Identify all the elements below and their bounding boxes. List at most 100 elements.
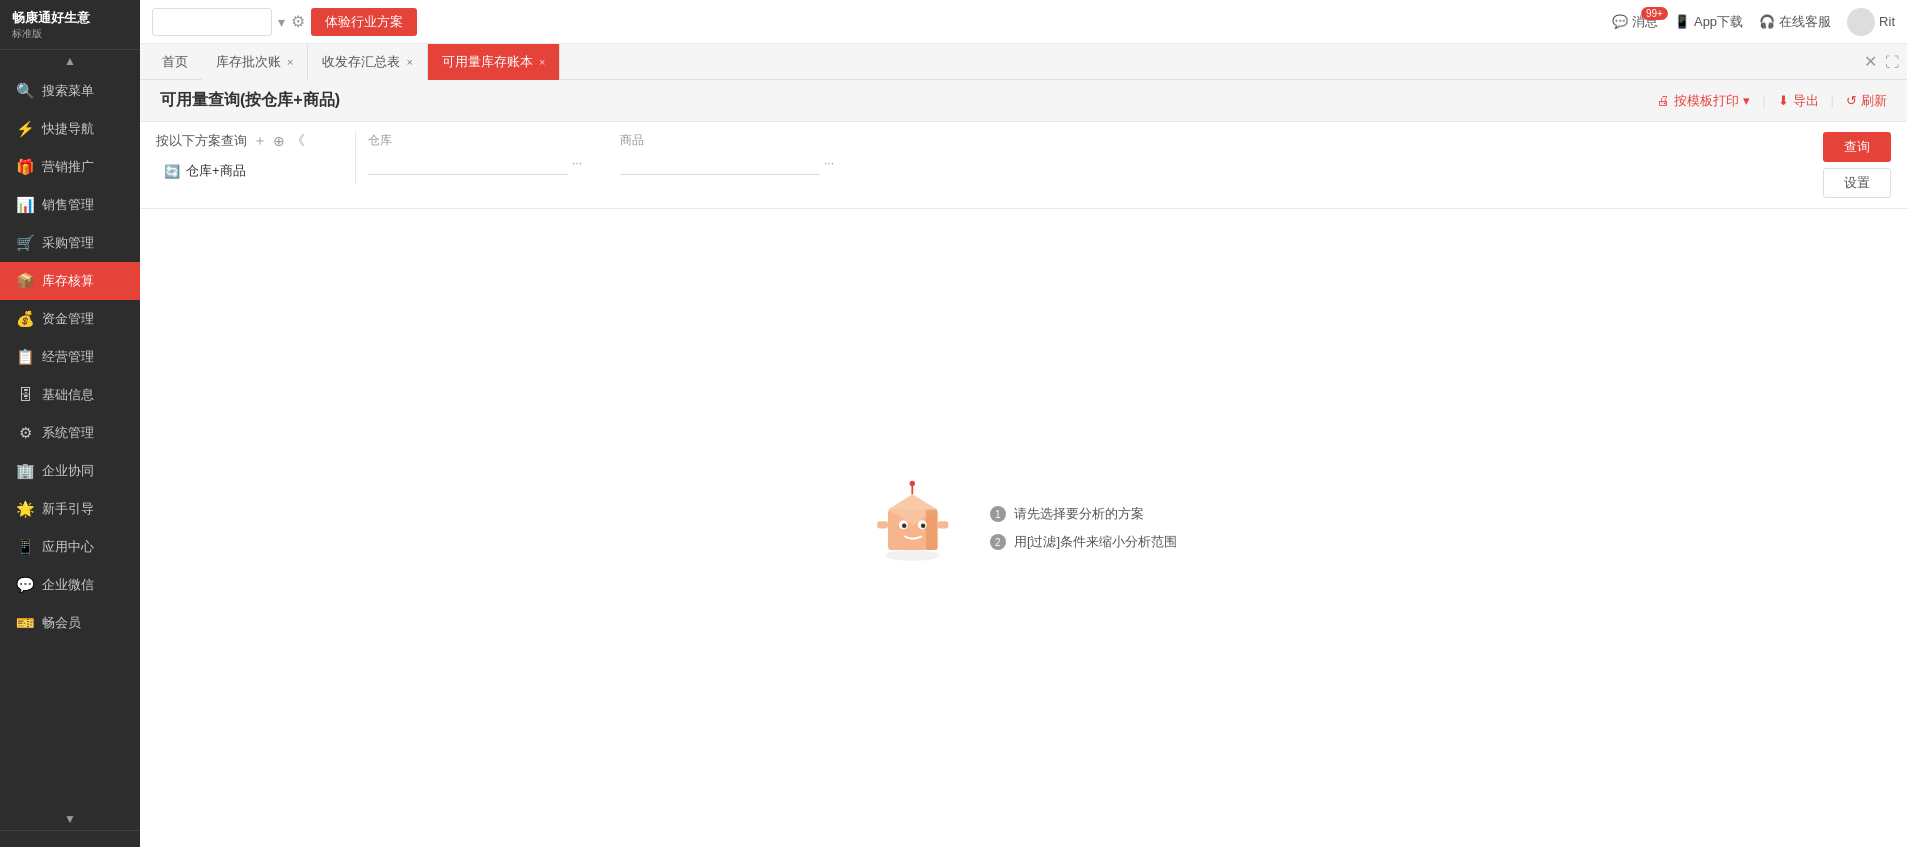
- app-download-btn[interactable]: 📱 App下载: [1674, 13, 1743, 31]
- quick-nav-icon: ⚡: [16, 120, 34, 138]
- sidebar-label-sales: 销售管理: [42, 196, 94, 214]
- sidebar-item-operation[interactable]: 📋经营管理: [0, 338, 140, 376]
- tab-summary-close[interactable]: ×: [406, 56, 412, 68]
- main-area: ▾ ⚙ 体验行业方案 💬 消息 99+ 📱 App下载 🎧 在线客服 Rit: [140, 0, 1907, 847]
- topbar-gear-icon[interactable]: ⚙: [291, 12, 305, 31]
- enterprise-icon: 🏢: [16, 462, 34, 480]
- search-icon: 🔍: [16, 82, 34, 100]
- print-icon: 🖨: [1657, 93, 1670, 108]
- print-label: 按模板打印: [1674, 92, 1739, 110]
- warehouse-input-row: ···: [368, 151, 608, 175]
- manage-scheme-btn[interactable]: ⊕: [273, 133, 285, 149]
- collapse-scheme-btn[interactable]: 《: [291, 132, 305, 150]
- message-badge: 99+: [1641, 7, 1668, 20]
- filter-scheme-label: 按以下方案查询: [156, 132, 247, 150]
- scheme-icon: 🔄: [164, 164, 180, 179]
- tabs-expand-btn[interactable]: ⛶: [1885, 54, 1899, 70]
- sidebar-bottom: [0, 830, 140, 847]
- sidebar-label-appstore: 应用中心: [42, 538, 94, 556]
- sidebar-label-inventory: 库存核算: [42, 272, 94, 290]
- sidebar-label-marketing: 营销推广: [42, 158, 94, 176]
- sidebar-item-basic[interactable]: 🗄 基础信息: [0, 376, 140, 414]
- tab-batch[interactable]: 库存批次账 ×: [202, 44, 308, 80]
- product-input[interactable]: [620, 151, 820, 175]
- svg-point-8: [909, 481, 914, 486]
- message-icon: 💬: [1612, 14, 1628, 29]
- hint-item-2: 2 用[过滤]条件来缩小分析范围: [990, 533, 1177, 551]
- tab-available-close[interactable]: ×: [539, 56, 545, 68]
- filter-scheme-header: 按以下方案查询 ＋ ⊕ 《: [156, 132, 343, 150]
- sidebar-label-membership: 畅会员: [42, 614, 81, 632]
- product-field: 商品 ···: [620, 132, 860, 175]
- filter-area: 按以下方案查询 ＋ ⊕ 《 🔄 仓库+商品 仓库 ···: [140, 122, 1907, 209]
- topbar-dropdown-arrow[interactable]: ▾: [278, 14, 285, 30]
- warehouse-more-btn[interactable]: ···: [572, 156, 582, 170]
- product-label: 商品: [620, 132, 860, 149]
- sidebar-nav: 🔍搜索菜单⚡快捷导航🎁营销推广📊销售管理🛒采购管理 📦 库存核算 💰资金管理📋经营管理…: [0, 72, 140, 808]
- online-service-btn[interactable]: 🎧 在线客服: [1759, 13, 1831, 31]
- query-btn[interactable]: 查询: [1823, 132, 1891, 162]
- sidebar-item-marketing[interactable]: 🎁营销推广: [0, 148, 140, 186]
- inventory-icon: 📦: [16, 272, 34, 290]
- sidebar-item-newbie[interactable]: 🌟新手引导: [0, 490, 140, 528]
- export-btn[interactable]: ⬇ 导出: [1778, 92, 1819, 110]
- svg-point-5: [902, 523, 907, 528]
- sidebar-item-quick-nav[interactable]: ⚡快捷导航: [0, 110, 140, 148]
- add-scheme-btn[interactable]: ＋: [253, 132, 267, 150]
- tab-batch-close[interactable]: ×: [287, 56, 293, 68]
- print-dropdown-icon[interactable]: ▾: [1743, 93, 1750, 108]
- divider1: |: [1762, 93, 1765, 108]
- sidebar-item-system[interactable]: ⚙系统管理: [0, 414, 140, 452]
- avatar: [1847, 8, 1875, 36]
- sidebar-item-purchase[interactable]: 🛒采购管理: [0, 224, 140, 262]
- scheme-warehouse-product[interactable]: 🔄 仓库+商品: [156, 158, 343, 184]
- sidebar-label-enterprise: 企业协同: [42, 462, 94, 480]
- newbie-icon: 🌟: [16, 500, 34, 518]
- tab-home[interactable]: 首页: [148, 44, 202, 80]
- scheme-label: 仓库+商品: [186, 162, 246, 180]
- refresh-btn[interactable]: ↺ 刷新: [1846, 92, 1887, 110]
- sidebar-label-system: 系统管理: [42, 424, 94, 442]
- sidebar-label-basic: 基础信息: [42, 386, 94, 404]
- product-more-btn[interactable]: ···: [824, 156, 834, 170]
- warehouse-input[interactable]: [368, 151, 568, 175]
- sidebar-item-appstore[interactable]: 📱 应用中心: [0, 528, 140, 566]
- topbar-input-area: ▾ ⚙ 体验行业方案: [152, 8, 1604, 36]
- sidebar-item-search[interactable]: 🔍搜索菜单: [0, 72, 140, 110]
- appstore-icon: 📱: [16, 538, 34, 556]
- tab-available-label: 可用量库存账本: [442, 53, 533, 71]
- basic-icon: 🗄: [16, 386, 34, 403]
- username: Rit: [1879, 14, 1895, 29]
- empty-hint-text: 1 请先选择要分析的方案 2 用[过滤]条件来缩小分析范围: [990, 505, 1177, 551]
- sidebar-scroll-down[interactable]: ▼: [0, 808, 140, 830]
- tab-available[interactable]: 可用量库存账本 ×: [428, 44, 560, 80]
- sidebar-item-wechat[interactable]: 💬企业微信: [0, 566, 140, 604]
- industry-btn[interactable]: 体验行业方案: [311, 8, 417, 36]
- page-title: 可用量查询(按仓库+商品): [160, 90, 340, 111]
- warehouse-label: 仓库: [368, 132, 608, 149]
- tabs-close-all-btn[interactable]: ✕: [1864, 52, 1877, 71]
- phone-icon: 📱: [1674, 14, 1690, 29]
- print-btn[interactable]: 🖨 按模板打印 ▾: [1657, 92, 1750, 110]
- purchase-icon: 🛒: [16, 234, 34, 252]
- settings-btn[interactable]: 设置: [1823, 168, 1891, 198]
- svg-rect-9: [877, 521, 888, 528]
- sidebar-item-membership[interactable]: 🎫 畅会员: [0, 604, 140, 642]
- tabs-bar: 首页 库存批次账 × 收发存汇总表 × 可用量库存账本 × ✕ ⛶: [140, 44, 1907, 80]
- topbar-search-input[interactable]: [152, 8, 272, 36]
- sidebar-item-inventory[interactable]: 📦 库存核算: [0, 262, 140, 300]
- sidebar-item-enterprise[interactable]: 🏢 企业协同: [0, 452, 140, 490]
- message-btn[interactable]: 💬 消息 99+: [1612, 13, 1658, 31]
- sidebar-scroll-up[interactable]: ▲: [0, 50, 140, 72]
- sidebar-item-capital[interactable]: 💰资金管理: [0, 300, 140, 338]
- online-service-label: 在线客服: [1779, 13, 1831, 31]
- user-profile[interactable]: Rit: [1847, 8, 1895, 36]
- tab-summary[interactable]: 收发存汇总表 ×: [308, 44, 427, 80]
- sidebar: 畅康通好生意 标准版 ▲ 🔍搜索菜单⚡快捷导航🎁营销推广📊销售管理🛒采购管理📦库…: [0, 0, 140, 847]
- sidebar-item-sales[interactable]: 📊销售管理: [0, 186, 140, 224]
- refresh-icon: ↺: [1846, 93, 1857, 108]
- page-header: 可用量查询(按仓库+商品) 🖨 按模板打印 ▾ | ⬇ 导出 | ↺ 刷新: [140, 80, 1907, 122]
- membership-icon: 🎫: [16, 614, 34, 632]
- tab-summary-label: 收发存汇总表: [322, 53, 400, 71]
- sidebar-label-operation: 经营管理: [42, 348, 94, 366]
